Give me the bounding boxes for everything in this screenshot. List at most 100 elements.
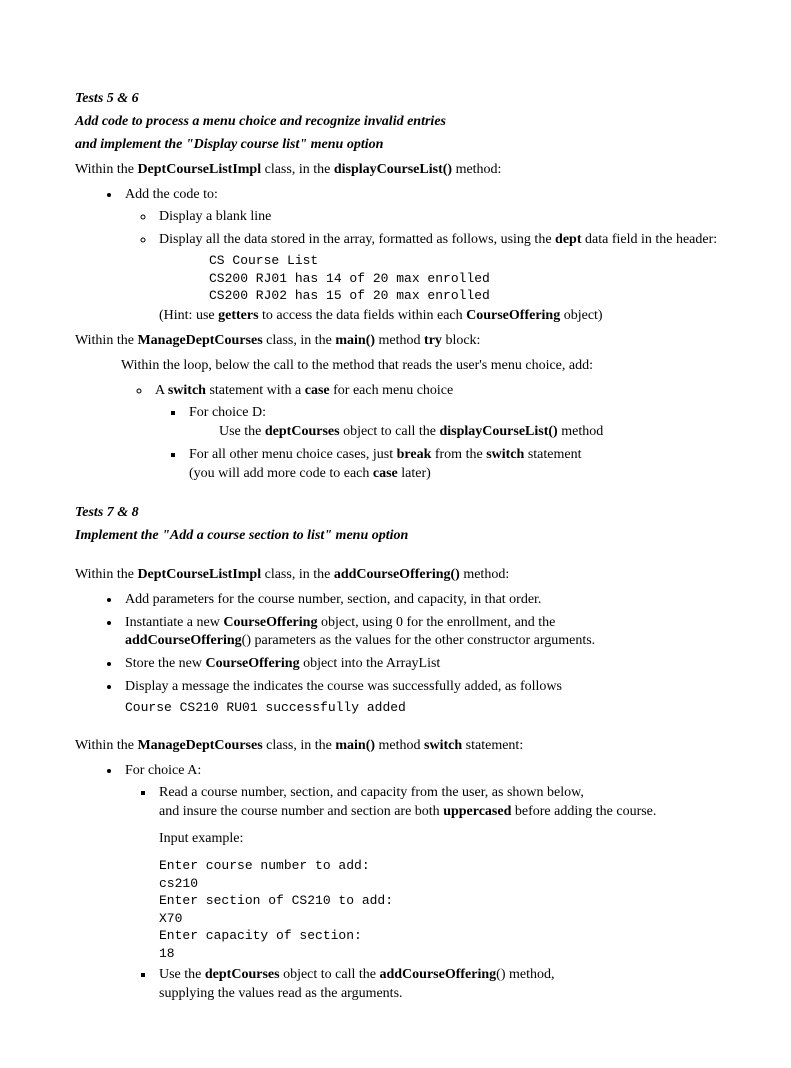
text: object into the ArrayList xyxy=(300,656,441,671)
term: uppercased xyxy=(443,804,511,819)
list-item: Add parameters for the course number, se… xyxy=(121,591,721,610)
tests-5-6-heading-line2: Add code to process a menu choice and re… xyxy=(75,113,721,132)
text: Display all the data stored in the array… xyxy=(159,232,555,247)
class-name: ManageDeptCourses xyxy=(137,333,262,348)
text: Within the xyxy=(75,738,137,753)
list-item: Read a course number, section, and capac… xyxy=(155,784,721,962)
keyword: case xyxy=(305,383,330,398)
text: method: xyxy=(452,162,501,177)
list-item: For all other menu choice cases, just br… xyxy=(185,446,721,484)
text: class, in the xyxy=(263,738,336,753)
list-item: For choice D: Use the deptCourses object… xyxy=(185,404,721,442)
method-name: main() xyxy=(335,738,375,753)
text: Store the new xyxy=(125,656,205,671)
text: object) xyxy=(560,308,602,323)
list-item: Instantiate a new CourseOffering object,… xyxy=(121,614,721,652)
text: () parameters as the values for the othe… xyxy=(242,633,596,648)
text: for each menu choice xyxy=(330,383,454,398)
text: before adding the course. xyxy=(511,804,656,819)
text: block: xyxy=(442,333,481,348)
object-name: deptCourses xyxy=(205,967,280,982)
input-example-label: Input example: xyxy=(159,830,721,849)
text: later) xyxy=(398,466,431,481)
code-block-course-list: CS Course List CS200 RJ01 has 14 of 20 m… xyxy=(159,252,721,305)
tests-7-8-heading-line2: Implement the "Add a course section to l… xyxy=(75,527,721,546)
term: getters xyxy=(218,308,258,323)
method-name: addCourseOffering xyxy=(125,633,242,648)
keyword: switch xyxy=(168,383,206,398)
text: Use the xyxy=(219,424,265,439)
text: object to call the xyxy=(280,967,380,982)
keyword: switch xyxy=(486,447,524,462)
text: method: xyxy=(460,567,509,582)
text: Instantiate a new xyxy=(125,615,223,630)
list-item: Display all the data stored in the array… xyxy=(155,231,721,325)
class-name: DeptCourseListImpl xyxy=(137,567,261,582)
class-name: ManageDeptCourses xyxy=(137,738,262,753)
text: Read a course number, section, and capac… xyxy=(159,785,584,800)
text: statement: xyxy=(462,738,523,753)
text: object to call the xyxy=(340,424,440,439)
text: Within the xyxy=(75,162,137,177)
tests-5-6-heading-line1: Tests 5 & 6 xyxy=(75,90,721,109)
text: method xyxy=(375,738,424,753)
text: supplying the values read as the argumen… xyxy=(159,986,403,1001)
text: For choice D: xyxy=(189,405,266,420)
s1-sublist-1: Display a blank line Display all the dat… xyxy=(125,208,721,325)
code-block-success-msg: Course CS210 RU01 successfully added xyxy=(125,699,721,717)
text: For choice A: xyxy=(125,763,201,778)
s2-list-1: Add parameters for the course number, se… xyxy=(75,591,721,717)
text: () method, xyxy=(496,967,554,982)
list-item: Display a message the indicates the cour… xyxy=(121,678,721,716)
text: statement xyxy=(524,447,581,462)
s1-intro-2: Within the ManageDeptCourses class, in t… xyxy=(75,332,721,351)
method-name: displayCourseList() xyxy=(439,424,557,439)
text: object, using 0 for the enrollment, and … xyxy=(317,615,555,630)
list-item: A switch statement with a case for each … xyxy=(151,382,721,484)
keyword: break xyxy=(397,447,432,462)
s2-sublist-1: Read a course number, section, and capac… xyxy=(125,784,721,1004)
s1-loop-text: Within the loop, below the call to the m… xyxy=(75,357,721,376)
text: Add the code to: xyxy=(125,187,218,202)
text: and insure the course number and section… xyxy=(159,804,443,819)
text: data field in the header: xyxy=(582,232,718,247)
text: A xyxy=(155,383,168,398)
text: statement with a xyxy=(206,383,305,398)
method-name: addCourseOffering xyxy=(379,967,496,982)
method-name: displayCourseList() xyxy=(334,162,452,177)
tests-5-6-heading-line3: and implement the "Display course list" … xyxy=(75,136,721,155)
text: Within the xyxy=(75,567,137,582)
s1-sublist-3: For choice D: Use the deptCourses object… xyxy=(155,404,721,484)
text: class, in the xyxy=(261,567,334,582)
list-item: Store the new CourseOffering object into… xyxy=(121,655,721,674)
list-item: Add the code to: Display a blank line Di… xyxy=(121,186,721,326)
text: For all other menu choice cases, just xyxy=(189,447,397,462)
choice-d-detail: Use the deptCourses object to call the d… xyxy=(189,423,721,442)
text: Within the xyxy=(75,333,137,348)
text: (Hint: use xyxy=(159,308,218,323)
text: method xyxy=(375,333,424,348)
case-note: (you will add more code to each case lat… xyxy=(189,465,721,484)
keyword: try xyxy=(424,333,442,348)
text: Display a message the indicates the cour… xyxy=(125,679,562,694)
class-name: CourseOffering xyxy=(466,308,560,323)
s2-intro-1: Within the DeptCourseListImpl class, in … xyxy=(75,566,721,585)
class-name: CourseOffering xyxy=(205,656,299,671)
code-block-input-example: Enter course number to add: cs210 Enter … xyxy=(159,857,721,962)
tests-7-8-heading-line1: Tests 7 & 8 xyxy=(75,504,721,523)
text: to access the data fields within each xyxy=(259,308,467,323)
text: (you will add more code to each xyxy=(189,466,373,481)
text: class, in the xyxy=(261,162,334,177)
s1-intro-1: Within the DeptCourseListImpl class, in … xyxy=(75,161,721,180)
method-name: addCourseOffering() xyxy=(334,567,460,582)
hint-text: (Hint: use getters to access the data fi… xyxy=(159,307,721,326)
text: class, in the xyxy=(263,333,336,348)
s1-sublist-2: A switch statement with a case for each … xyxy=(75,382,721,484)
method-name: main() xyxy=(335,333,375,348)
keyword: switch xyxy=(424,738,462,753)
text: Use the xyxy=(159,967,205,982)
class-name: CourseOffering xyxy=(223,615,317,630)
s2-intro-2: Within the ManageDeptCourses class, in t… xyxy=(75,737,721,756)
text: method xyxy=(558,424,604,439)
object-name: deptCourses xyxy=(265,424,340,439)
